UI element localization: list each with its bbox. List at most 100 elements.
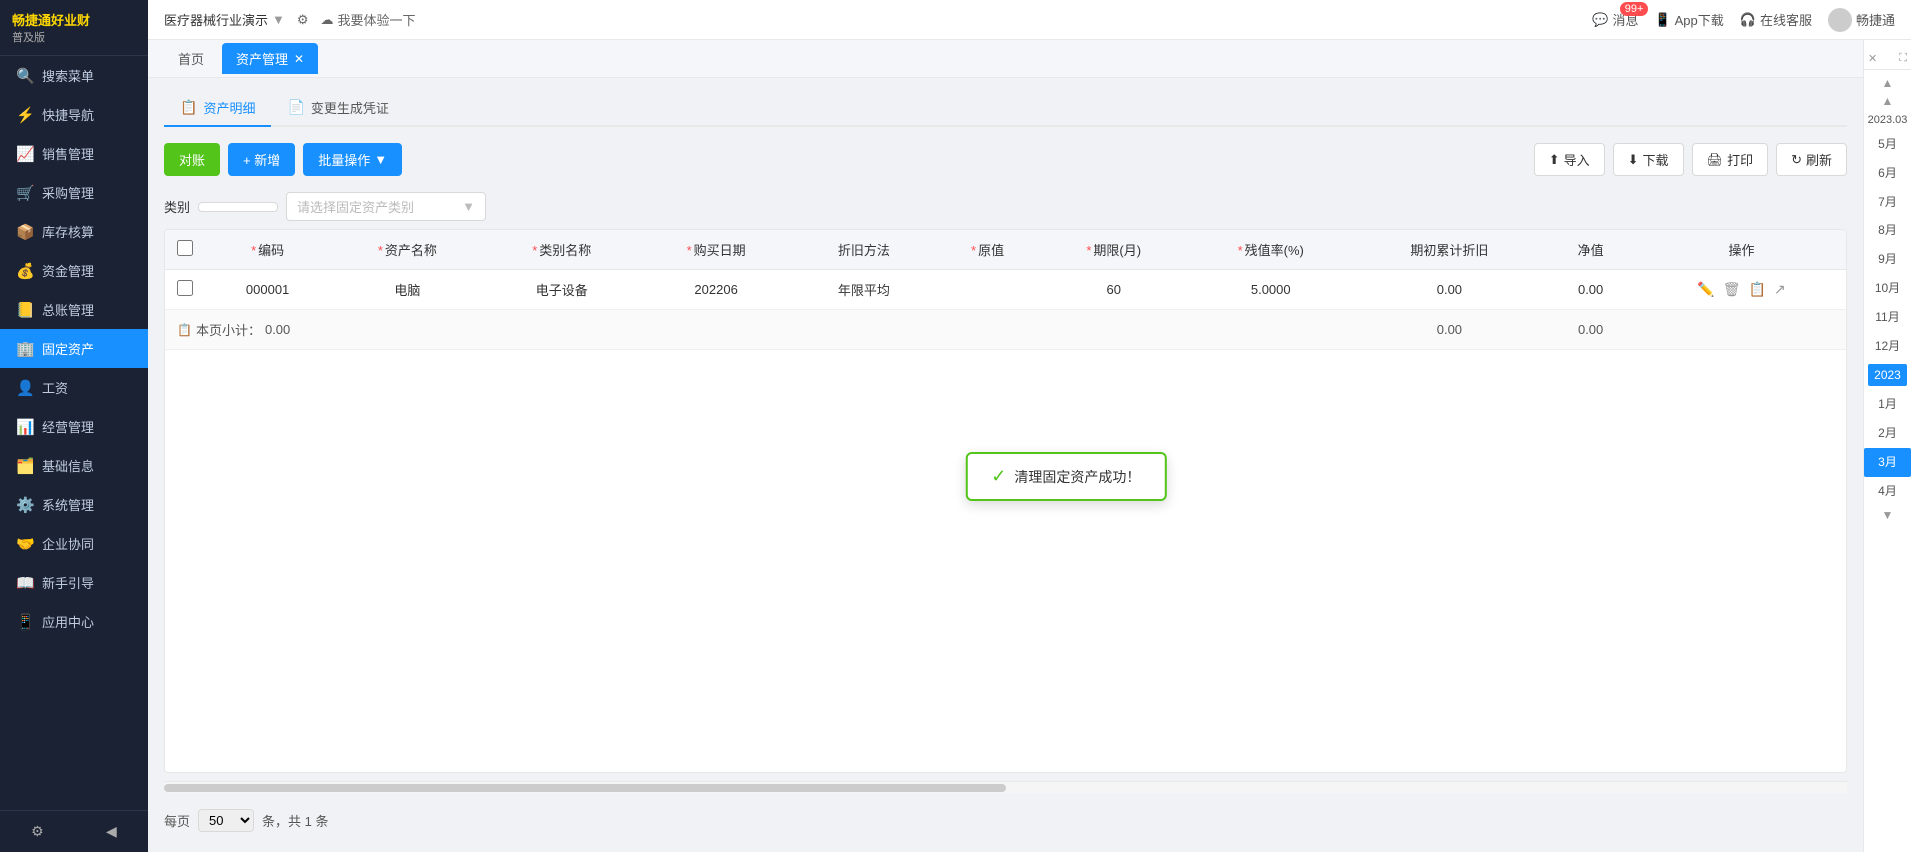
- row-checkbox[interactable]: [177, 280, 193, 296]
- month-2[interactable]: 2月: [1864, 419, 1911, 448]
- tab-asset-mgmt[interactable]: 资产管理 ✕: [222, 43, 318, 74]
- copy-icon[interactable]: 📋: [1749, 281, 1766, 298]
- sidebar-nav: 🔍搜索菜单⚡快捷导航📈销售管理🛒采购管理📦库存核算 💰 资金管理 📒总账管理🏢固定资产…: [0, 56, 148, 810]
- right-panel-header: ✕ ⛶: [1864, 48, 1911, 70]
- sidebar-icon-sys-mgmt: ⚙️: [16, 496, 34, 514]
- year-marker: 2023: [1868, 364, 1907, 386]
- th-name: *资产名称: [330, 230, 484, 270]
- toolbar: 对账 + 新增 批量操作 ▼ ⬆ 导入: [164, 135, 1847, 184]
- sidebar-label-sales: 销售管理: [42, 144, 94, 163]
- panel-up-arrow2[interactable]: ▲: [1864, 92, 1911, 110]
- topbar-app-download[interactable]: 📱 App下载: [1654, 10, 1723, 29]
- sidebar-label-purchase: 采购管理: [42, 183, 94, 202]
- month-11[interactable]: 11月: [1864, 303, 1911, 332]
- scroll-bar[interactable]: [164, 784, 1006, 792]
- sub-tabs: 📋 资产明细 📄 变更生成凭证: [164, 90, 1847, 127]
- select-all-checkbox[interactable]: [177, 240, 193, 256]
- month-3[interactable]: 3月: [1864, 448, 1911, 477]
- td-cumulative: 0.00: [1355, 270, 1545, 310]
- month-12[interactable]: 12月: [1864, 332, 1911, 361]
- month-1[interactable]: 1月: [1864, 390, 1911, 419]
- sidebar-item-general-ledger[interactable]: 📒总账管理: [0, 290, 148, 329]
- sidebar-icon-inventory: 📦: [16, 223, 34, 241]
- sidebar-icon-basic-info: 🗂️: [16, 457, 34, 475]
- tab-home[interactable]: 首页: [164, 43, 218, 74]
- more-icon[interactable]: ↗: [1774, 281, 1786, 298]
- month-7[interactable]: 7月: [1864, 188, 1911, 217]
- subtab-change-voucher[interactable]: 📄 变更生成凭证: [271, 90, 404, 127]
- subtotal-empty1: [935, 310, 1041, 350]
- topbar-experience[interactable]: ☁ 我要体验一下: [321, 10, 416, 29]
- sidebar-item-purchase[interactable]: 🛒采购管理: [0, 173, 148, 212]
- td-category: 电子设备: [485, 270, 639, 310]
- subtab-asset-detail[interactable]: 📋 资产明细: [164, 90, 271, 127]
- print-button[interactable]: 🖨 打印: [1692, 143, 1769, 176]
- th-period: *期限(月): [1041, 230, 1187, 270]
- sidebar-item-enterprise[interactable]: 🤝企业协同: [0, 524, 148, 563]
- month-10[interactable]: 10月: [1864, 274, 1911, 303]
- month-9[interactable]: 9月: [1864, 245, 1911, 274]
- refresh-button[interactable]: ↻ 刷新: [1776, 143, 1847, 176]
- right-panel-expand-icon[interactable]: ⛶: [1899, 52, 1907, 65]
- category-input[interactable]: 请选择固定资产类别 ▼: [286, 192, 486, 221]
- sidebar-label-management: 经营管理: [42, 417, 94, 436]
- import-button[interactable]: ⬆ 导入: [1534, 143, 1605, 176]
- sidebar-item-fixed-assets[interactable]: 🏢固定资产: [0, 329, 148, 368]
- edit-icon[interactable]: ✏️: [1697, 281, 1714, 298]
- action-icons: ✏️ 🗑 📋 ↗: [1649, 281, 1834, 298]
- right-panel-close-icon[interactable]: ✕: [1868, 52, 1877, 65]
- page-size-select[interactable]: 50 100: [198, 809, 254, 832]
- sidebar-item-quick-nav[interactable]: ⚡快捷导航: [0, 95, 148, 134]
- sidebar-item-search[interactable]: 🔍搜索菜单: [0, 56, 148, 95]
- month-5[interactable]: 5月: [1864, 130, 1911, 159]
- td-residual-rate: 5.0000: [1187, 270, 1355, 310]
- td-period: 60: [1041, 270, 1187, 310]
- sidebar-item-guide[interactable]: 📖新手引导: [0, 563, 148, 602]
- filter-row: 类别 请选择固定资产类别 ▼: [164, 192, 1847, 221]
- app-icon: 📱: [1654, 12, 1670, 28]
- sidebar-item-payroll[interactable]: 👤工资: [0, 368, 148, 407]
- collapse-icon[interactable]: ◀: [98, 819, 125, 844]
- month-4[interactable]: 4月: [1864, 477, 1911, 506]
- sidebar-item-sales[interactable]: 📈销售管理: [0, 134, 148, 173]
- topbar-service[interactable]: 🎧 在线客服: [1740, 10, 1812, 29]
- sidebar-item-inventory[interactable]: 📦库存核算: [0, 212, 148, 251]
- month-8[interactable]: 8月: [1864, 216, 1911, 245]
- td-code: 000001: [205, 270, 330, 310]
- topbar-user[interactable]: 畅捷通: [1828, 8, 1895, 32]
- main-area: 医疗器械行业演示 ▼ ⚙ ☁ 我要体验一下 💬 消息 99+ 📱 App下载 🎧…: [148, 0, 1911, 852]
- batch-label: 批量操作: [318, 150, 370, 169]
- topbar: 医疗器械行业演示 ▼ ⚙ ☁ 我要体验一下 💬 消息 99+ 📱 App下载 🎧…: [148, 0, 1911, 40]
- company-dropdown-arrow[interactable]: ▼: [272, 12, 285, 27]
- toast-message: 清理固定资产成功！: [1014, 467, 1140, 487]
- sidebar-item-app-center[interactable]: 📱应用中心: [0, 602, 148, 641]
- batch-button[interactable]: 批量操作 ▼: [303, 143, 402, 176]
- sidebar-item-sys-mgmt[interactable]: ⚙️ 系统管理: [0, 485, 148, 524]
- tab-home-label: 首页: [178, 49, 204, 68]
- sidebar-item-basic-info[interactable]: 🗂️基础信息: [0, 446, 148, 485]
- panel-up-arrow[interactable]: ▲: [1864, 74, 1911, 92]
- add-button[interactable]: + 新增: [228, 143, 295, 176]
- refresh-icon: ↻: [1791, 152, 1802, 168]
- company-name: 医疗器械行业演示: [164, 10, 268, 29]
- topbar-message[interactable]: 💬 消息 99+: [1592, 10, 1638, 29]
- topbar-gear-icon[interactable]: ⚙: [297, 12, 309, 28]
- sidebar-item-management[interactable]: 📊经营管理: [0, 407, 148, 446]
- topbar-company[interactable]: 医疗器械行业演示 ▼: [164, 10, 285, 29]
- month-6[interactable]: 6月: [1864, 159, 1911, 188]
- sidebar-item-fund[interactable]: 💰 资金管理: [0, 251, 148, 290]
- category-placeholder: 请选择固定资产类别: [297, 197, 414, 216]
- sidebar-bottom: ⚙ ◀: [0, 810, 148, 852]
- delete-icon[interactable]: 🗑: [1723, 281, 1741, 298]
- download-button[interactable]: ⬇ 下载: [1613, 143, 1684, 176]
- sidebar-icon-fund: 💰: [16, 262, 34, 280]
- add-label: + 新增: [243, 150, 280, 169]
- reconcile-button[interactable]: 对账: [164, 143, 220, 176]
- sidebar-label-sys-mgmt: 系统管理: [42, 495, 94, 514]
- panel-down-arrow[interactable]: ▼: [1864, 506, 1911, 524]
- category-select[interactable]: [198, 202, 278, 212]
- tab-close-icon[interactable]: ✕: [294, 52, 304, 66]
- sidebar-label-fund: 资金管理: [42, 261, 94, 280]
- experience-cloud-icon: ☁: [321, 12, 334, 28]
- settings-icon[interactable]: ⚙: [23, 819, 52, 844]
